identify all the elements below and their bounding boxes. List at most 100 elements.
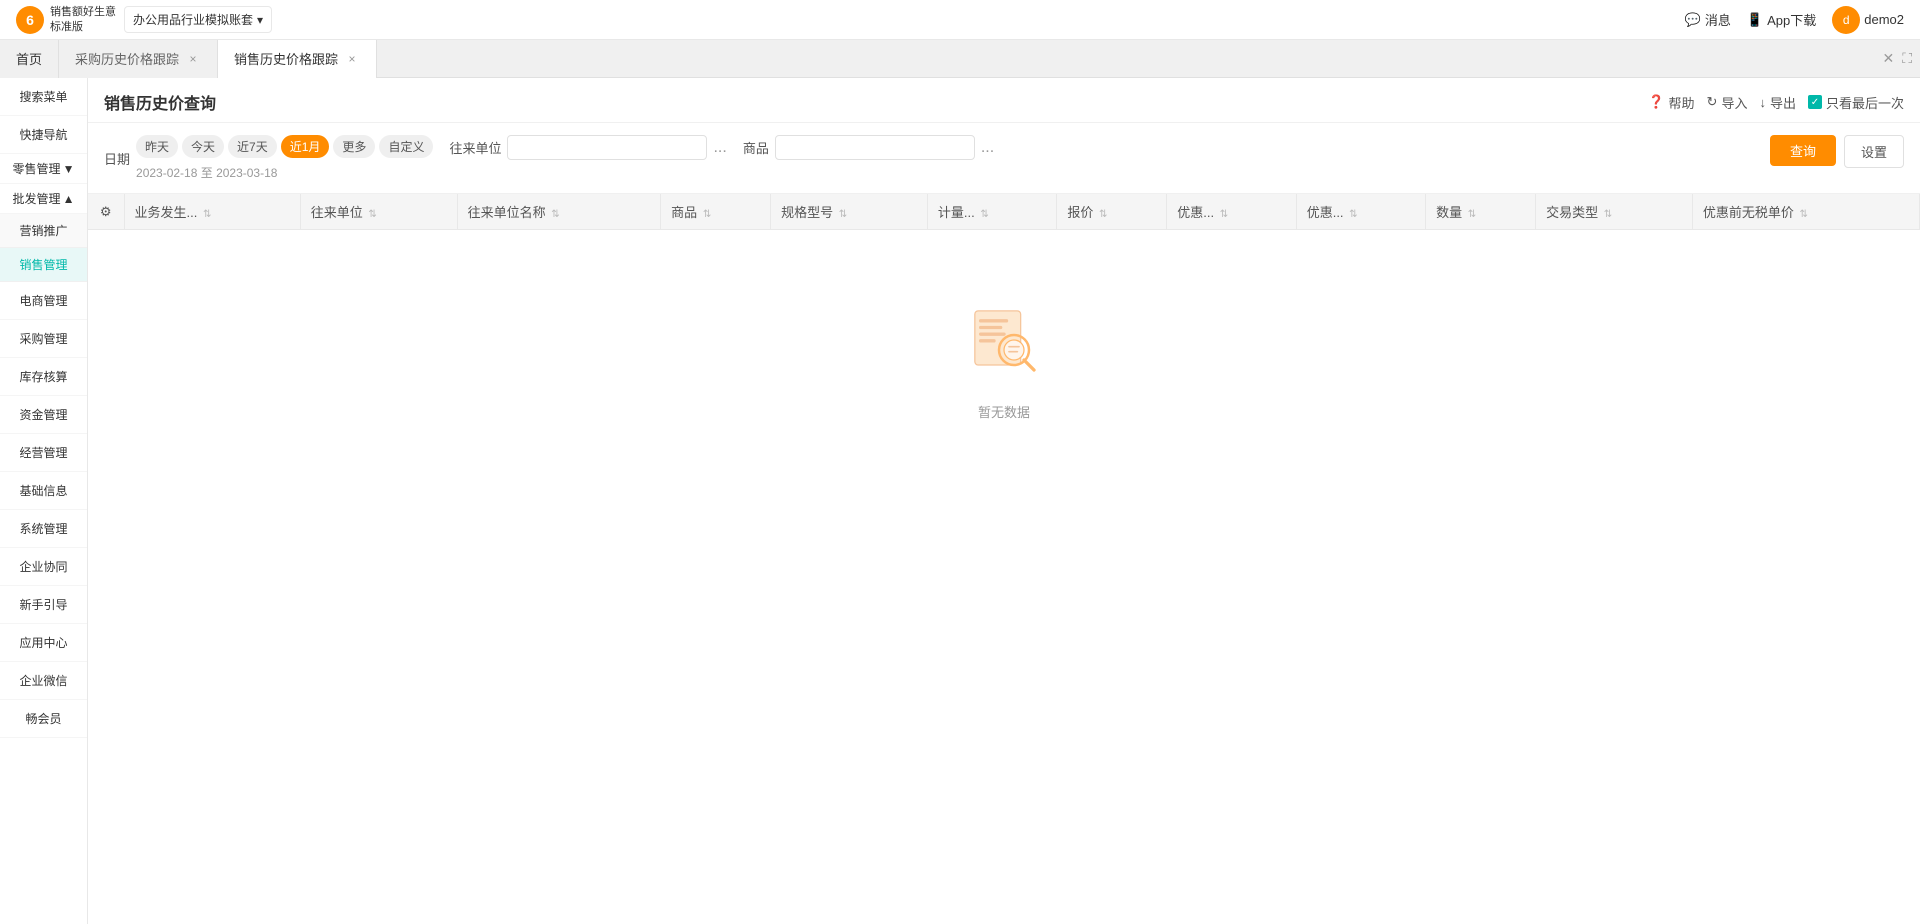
date-btn-7days[interactable]: 近7天	[228, 135, 277, 158]
sidebar-item-operations[interactable]: 经营管理	[0, 434, 87, 472]
tab-sales[interactable]: 销售历史价格跟踪 ×	[218, 40, 377, 78]
sidebar-item-app-center[interactable]: 应用中心	[0, 624, 87, 662]
date-btn-custom[interactable]: 自定义	[379, 135, 433, 158]
top-bar-right: 💬 消息 📱 App下载 d demo2	[1685, 6, 1904, 34]
date-btn-today[interactable]: 今天	[182, 135, 224, 158]
sidebar-item-finance[interactable]: 资金管理	[0, 396, 87, 434]
th-goods[interactable]: 商品 ⇅	[661, 194, 771, 230]
query-button[interactable]: 查询	[1770, 135, 1836, 166]
sidebar-item-basic-info[interactable]: 基础信息	[0, 472, 87, 510]
date-btn-more[interactable]: 更多	[333, 135, 375, 158]
setting-button[interactable]: 设置	[1844, 135, 1904, 168]
sort-icon: ⇅	[839, 209, 847, 220]
workspace-selector[interactable]: 办公用品行业模拟账套 ▾	[124, 6, 272, 33]
partner-filter-group: 往来单位 ...	[449, 135, 726, 160]
tab-sales-close[interactable]: ×	[344, 51, 360, 67]
date-btn-yesterday[interactable]: 昨天	[136, 135, 178, 158]
partner-dots-button[interactable]: ...	[713, 139, 726, 157]
sidebar-item-enterprise-wechat[interactable]: 企业微信	[0, 662, 87, 700]
sidebar-item-label: 资金管理	[19, 406, 67, 423]
sidebar-item-label: 畅会员	[25, 710, 61, 727]
import-button[interactable]: ↻ 导入	[1707, 93, 1748, 112]
sidebar-item-label: 应用中心	[19, 634, 67, 651]
only-last-checkbox-group[interactable]: 只看最后一次	[1808, 93, 1904, 112]
partner-input[interactable]	[507, 135, 707, 160]
th-unit[interactable]: 计量... ⇅	[927, 194, 1056, 230]
sidebar-item-system[interactable]: 系统管理	[0, 510, 87, 548]
sidebar-item-ecommerce[interactable]: 电商管理	[0, 282, 87, 320]
sidebar-item-marketing[interactable]: 营销推广	[0, 214, 87, 248]
sort-icon: ⇅	[203, 209, 211, 220]
workspace-name: 办公用品行业模拟账套	[133, 11, 253, 28]
th-gear[interactable]: ⚙	[88, 194, 124, 230]
sort-icon: ⇅	[1468, 209, 1476, 220]
goods-dots-button[interactable]: ...	[981, 139, 994, 157]
only-last-label: 只看最后一次	[1826, 93, 1904, 112]
tab-purchase[interactable]: 采购历史价格跟踪 ×	[59, 40, 218, 78]
th-biz-date[interactable]: 业务发生... ⇅	[124, 194, 300, 230]
only-last-checkbox[interactable]	[1808, 95, 1822, 109]
message-button[interactable]: 💬 消息	[1685, 10, 1731, 29]
tab-home[interactable]: 首页	[0, 40, 59, 78]
sidebar-item-retail[interactable]: 零售管理 ▼	[0, 154, 87, 184]
th-pre-tax-price[interactable]: 优惠前无税单价 ⇅	[1692, 194, 1919, 230]
sidebar-item-enterprise[interactable]: 企业协同	[0, 548, 87, 586]
export-button[interactable]: ↓ 导出	[1759, 93, 1796, 112]
date-btn-1month[interactable]: 近1月	[281, 135, 330, 158]
app-download-label: App下载	[1767, 10, 1816, 29]
tab-purchase-label: 采购历史价格跟踪	[75, 49, 179, 68]
chevron-down-icon: ▼	[63, 162, 75, 176]
top-bar-left: 6 销售额好生意 标准版 办公用品行业模拟账套 ▾	[16, 5, 272, 34]
sidebar-item-label: 企业微信	[19, 672, 67, 689]
goods-filter-label: 商品	[743, 138, 769, 157]
th-partner-name[interactable]: 往来单位名称 ⇅	[457, 194, 661, 230]
partner-input-group: ...	[507, 135, 726, 160]
sidebar-item-label: 批发管理	[13, 190, 61, 207]
sidebar-item-search[interactable]: 搜索菜单	[0, 78, 87, 116]
filter-actions: 查询 设置	[1770, 135, 1904, 168]
app-download-button[interactable]: 📱 App下载	[1747, 10, 1816, 29]
th-trade-type[interactable]: 交易类型 ⇅	[1536, 194, 1693, 230]
th-partner-code[interactable]: 往来单位 ⇅	[300, 194, 457, 230]
avatar: d	[1832, 6, 1860, 34]
sidebar-item-inventory[interactable]: 库存核算	[0, 358, 87, 396]
sidebar-sub-item-label: 营销推广	[19, 224, 67, 238]
sidebar-item-guide[interactable]: 新手引导	[0, 586, 87, 624]
user-profile[interactable]: d demo2	[1832, 6, 1904, 34]
tab-purchase-close[interactable]: ×	[185, 51, 201, 67]
sort-icon: ⇅	[703, 209, 711, 220]
sidebar-item-sales-mgmt[interactable]: 销售管理	[0, 248, 87, 282]
sidebar-item-label: 经营管理	[19, 444, 67, 461]
logo-area: 6 销售额好生意 标准版	[16, 5, 116, 34]
date-filter-label: 日期	[104, 149, 130, 168]
download-icon: 📱	[1747, 12, 1763, 28]
page-title: 销售历史价查询	[104, 90, 216, 114]
th-discount2[interactable]: 优惠... ⇅	[1296, 194, 1425, 230]
sidebar-item-label: 库存核算	[19, 368, 67, 385]
sidebar-item-purchase-mgmt[interactable]: 采购管理	[0, 320, 87, 358]
sidebar-item-shortcuts[interactable]: 快捷导航	[0, 116, 87, 154]
sidebar-item-label: 零售管理	[13, 160, 61, 177]
close-window-icon[interactable]: ✕	[1882, 50, 1894, 67]
th-quote[interactable]: 报价 ⇅	[1057, 194, 1167, 230]
sidebar-item-label: 快捷导航	[19, 126, 67, 143]
export-icon: ↓	[1759, 95, 1766, 110]
page-header: 销售历史价查询 ❓ 帮助 ↻ 导入 ↓ 导出 只看最后一次	[88, 78, 1920, 123]
th-discount1[interactable]: 优惠... ⇅	[1167, 194, 1296, 230]
sidebar-sub-item-label: 销售管理	[19, 258, 67, 272]
sidebar-item-label: 搜索菜单	[19, 88, 67, 105]
empty-state: 暂无数据	[88, 230, 1920, 481]
import-icon: ↻	[1707, 94, 1718, 110]
partner-filter-label: 往来单位	[449, 138, 501, 157]
gear-icon: ⚙	[100, 204, 112, 219]
help-button[interactable]: ❓ 帮助	[1648, 93, 1694, 112]
table-header-row: ⚙ 业务发生... ⇅ 往来单位 ⇅ 往来单位名称 ⇅	[88, 194, 1920, 230]
th-qty[interactable]: 数量 ⇅	[1426, 194, 1536, 230]
sidebar-item-member[interactable]: 畅会员	[0, 700, 87, 738]
goods-input[interactable]	[775, 135, 975, 160]
sidebar-item-wholesale[interactable]: 批发管理 ▲	[0, 184, 87, 214]
goods-input-group: ...	[775, 135, 994, 160]
sidebar-item-label: 企业协同	[19, 558, 67, 575]
maximize-icon[interactable]: ⛶	[1902, 50, 1912, 67]
th-spec[interactable]: 规格型号 ⇅	[771, 194, 928, 230]
